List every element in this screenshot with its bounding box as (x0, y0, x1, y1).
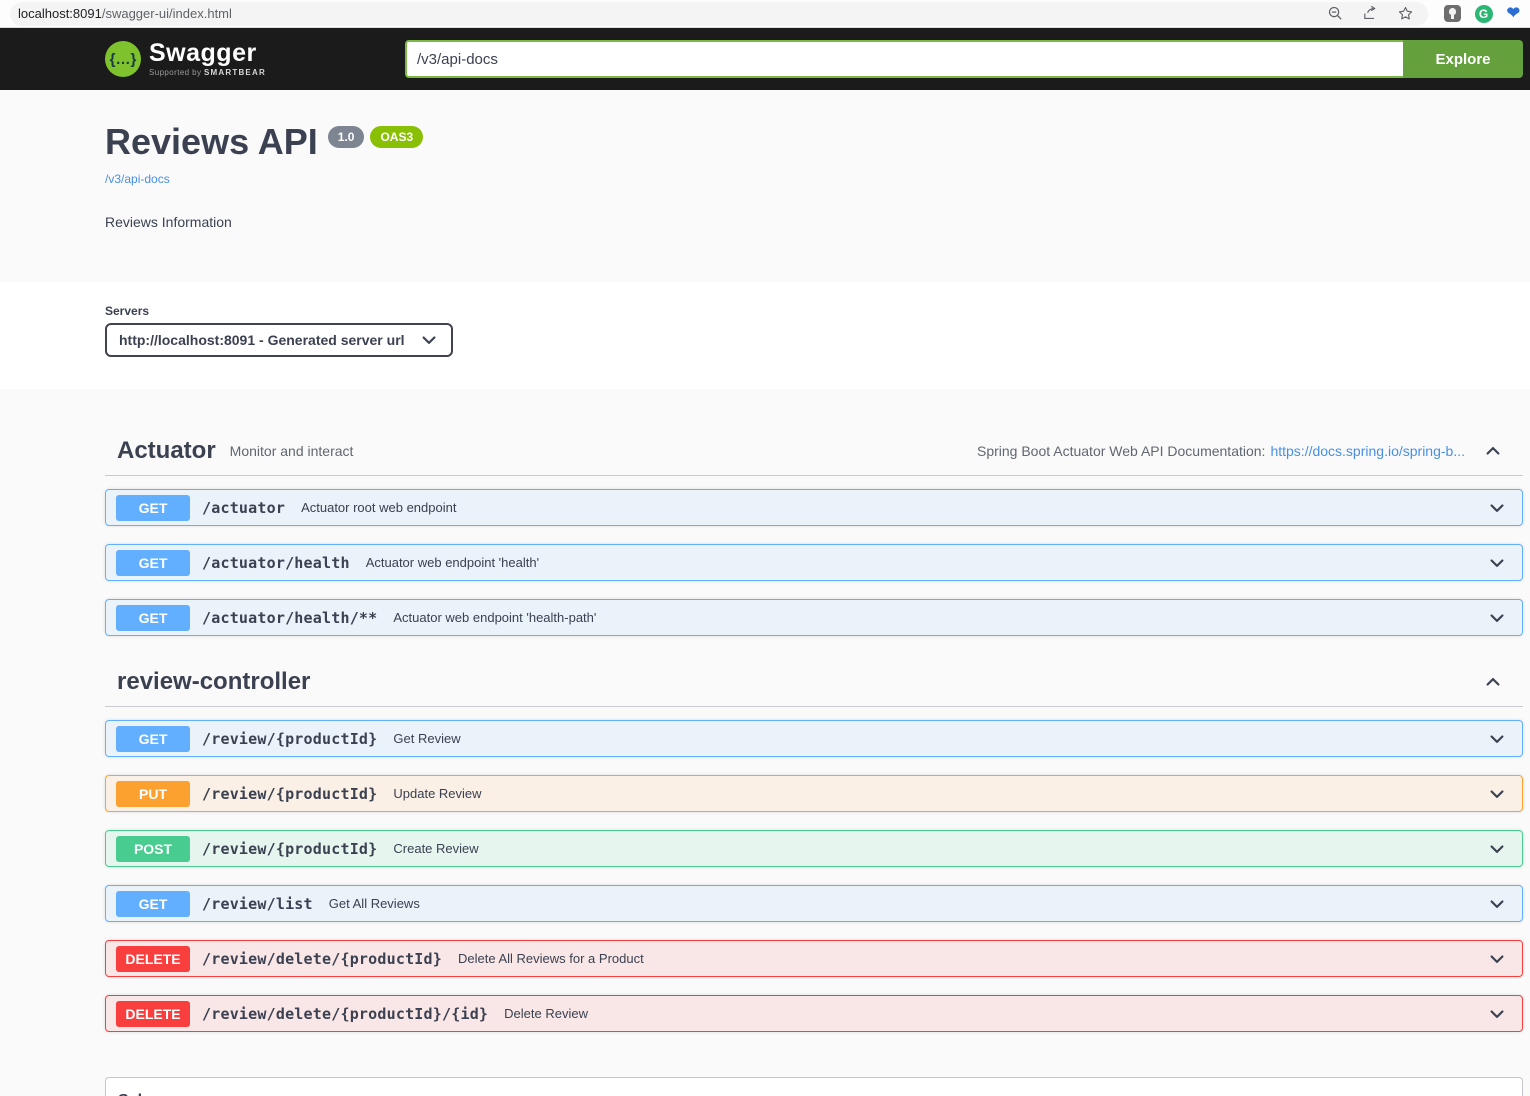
oas3-badge: OAS3 (370, 126, 423, 148)
method-badge: GET (116, 550, 190, 576)
url-path: /swagger-ui/index.html (102, 6, 232, 21)
opblock-post-review[interactable]: POST /review/{productId} Create Review (105, 830, 1523, 867)
smartbear-tagline: Supported by SMARTBEAR (149, 68, 266, 77)
method-badge: DELETE (116, 1001, 190, 1027)
endpoint-path: /review/{productId} (202, 730, 377, 748)
opblock-delete-review[interactable]: DELETE /review/delete/{productId}/{id} D… (105, 995, 1523, 1032)
version-badge: 1.0 (328, 126, 365, 148)
swagger-logo-icon: {…} (105, 41, 141, 77)
servers-selected-value: http://localhost:8091 - Generated server… (119, 332, 405, 348)
section-review-controller-header[interactable]: review-controller (105, 658, 1523, 707)
swagger-logo-title: Swagger (149, 41, 266, 66)
share-icon[interactable] (1362, 5, 1379, 22)
method-badge: GET (116, 726, 190, 752)
chevron-down-icon[interactable] (1487, 608, 1507, 628)
browser-address-bar: localhost:8091/swagger-ui/index.html G ❤… (0, 0, 1530, 28)
endpoint-summary: Actuator web endpoint 'health-path' (393, 610, 596, 625)
api-info-section: Reviews API 1.0 OAS3 /v3/api-docs Review… (0, 90, 1530, 282)
endpoint-path: /actuator (202, 499, 285, 517)
section-doc-text: Spring Boot Actuator Web API Documentati… (977, 443, 1265, 459)
chevron-down-icon[interactable] (1487, 784, 1507, 804)
method-badge: POST (116, 836, 190, 862)
endpoint-path: /review/{productId} (202, 840, 377, 858)
chevron-up-icon[interactable] (1483, 441, 1503, 461)
zoom-out-icon[interactable] (1327, 5, 1344, 22)
opblock-get-review-list[interactable]: GET /review/list Get All Reviews (105, 885, 1523, 922)
schemas-title: Schemas (118, 1092, 188, 1096)
opblock-get-actuator[interactable]: GET /actuator Actuator root web endpoint (105, 489, 1523, 526)
opblock-delete-reviews[interactable]: DELETE /review/delete/{productId} Delete… (105, 940, 1523, 977)
page-title: Reviews API (105, 124, 318, 160)
endpoint-path: /review/delete/{productId} (202, 950, 442, 968)
url-field[interactable]: localhost:8091/swagger-ui/index.html (10, 2, 1428, 26)
chevron-down-icon[interactable] (1487, 729, 1507, 749)
v-extension-icon[interactable]: ❤︎ (1507, 6, 1520, 22)
endpoint-summary: Delete All Reviews for a Product (458, 951, 644, 966)
section-actuator-header[interactable]: Actuator Monitor and interact Spring Boo… (105, 427, 1523, 476)
chevron-down-icon[interactable] (1487, 553, 1507, 573)
endpoint-path: /actuator/health (202, 554, 350, 572)
opblock-put-review[interactable]: PUT /review/{productId} Update Review (105, 775, 1523, 812)
chevron-down-icon[interactable] (1487, 894, 1507, 914)
endpoint-path: /review/{productId} (202, 785, 377, 803)
schemas-header[interactable]: Schemas (106, 1078, 1522, 1096)
page-url: localhost:8091/swagger-ui/index.html (18, 6, 232, 21)
endpoint-summary: Update Review (393, 786, 481, 801)
chevron-down-icon[interactable] (1487, 839, 1507, 859)
section-subtitle: Monitor and interact (230, 443, 354, 459)
chevron-up-icon[interactable] (1483, 672, 1503, 692)
spec-link[interactable]: /v3/api-docs (105, 172, 170, 186)
schemas-panel: Schemas (105, 1077, 1523, 1096)
endpoint-path: /review/list (202, 895, 313, 913)
opblock-get-actuator-health-path[interactable]: GET /actuator/health/** Actuator web end… (105, 599, 1523, 636)
section-doc: Spring Boot Actuator Web API Documentati… (977, 443, 1465, 459)
operations-area: Actuator Monitor and interact Spring Boo… (0, 389, 1530, 1096)
tagline-brand: SMARTBEAR (204, 68, 266, 77)
swagger-logo: {…} Swagger Supported by SMARTBEAR (105, 41, 405, 77)
url-host: localhost:8091 (18, 6, 102, 21)
section-title: Actuator (117, 437, 216, 465)
method-badge: GET (116, 891, 190, 917)
section-doc-link[interactable]: https://docs.spring.io/spring-b... (1270, 443, 1465, 459)
api-description: Reviews Information (105, 214, 1530, 230)
endpoint-summary: Get All Reviews (329, 896, 420, 911)
section-actuator: Actuator Monitor and interact Spring Boo… (105, 427, 1523, 636)
chevron-down-icon[interactable] (1487, 498, 1507, 518)
chevron-down-icon[interactable] (1487, 1004, 1507, 1024)
section-review-controller: review-controller GET /review/{productId… (105, 658, 1523, 1032)
endpoint-summary: Actuator web endpoint 'health' (366, 555, 539, 570)
servers-section: Servers http://localhost:8091 - Generate… (0, 282, 1530, 389)
swagger-topbar: {…} Swagger Supported by SMARTBEAR Explo… (0, 28, 1530, 90)
method-badge: PUT (116, 781, 190, 807)
endpoint-summary: Delete Review (504, 1006, 588, 1021)
method-badge: GET (116, 605, 190, 631)
tagline-prefix: Supported by (149, 68, 201, 77)
endpoint-summary: Create Review (393, 841, 478, 856)
spec-url-input[interactable] (405, 40, 1403, 78)
chevron-up-icon[interactable] (1482, 1091, 1502, 1096)
chevron-down-icon (419, 330, 439, 350)
chevron-down-icon[interactable] (1487, 949, 1507, 969)
opblock-get-review[interactable]: GET /review/{productId} Get Review (105, 720, 1523, 757)
bookmark-star-icon[interactable] (1397, 5, 1414, 22)
opblock-get-actuator-health[interactable]: GET /actuator/health Actuator web endpoi… (105, 544, 1523, 581)
method-badge: DELETE (116, 946, 190, 972)
servers-select[interactable]: http://localhost:8091 - Generated server… (105, 323, 453, 357)
endpoint-path: /review/delete/{productId}/{id} (202, 1005, 488, 1023)
section-title: review-controller (117, 668, 310, 696)
endpoint-path: /actuator/health/** (202, 609, 377, 627)
explore-button[interactable]: Explore (1403, 40, 1523, 78)
endpoint-summary: Actuator root web endpoint (301, 500, 456, 515)
extension-icon[interactable] (1444, 5, 1461, 22)
endpoint-summary: Get Review (393, 731, 460, 746)
servers-label: Servers (105, 304, 1530, 318)
method-badge: GET (116, 495, 190, 521)
grammarly-icon[interactable]: G (1475, 5, 1493, 23)
